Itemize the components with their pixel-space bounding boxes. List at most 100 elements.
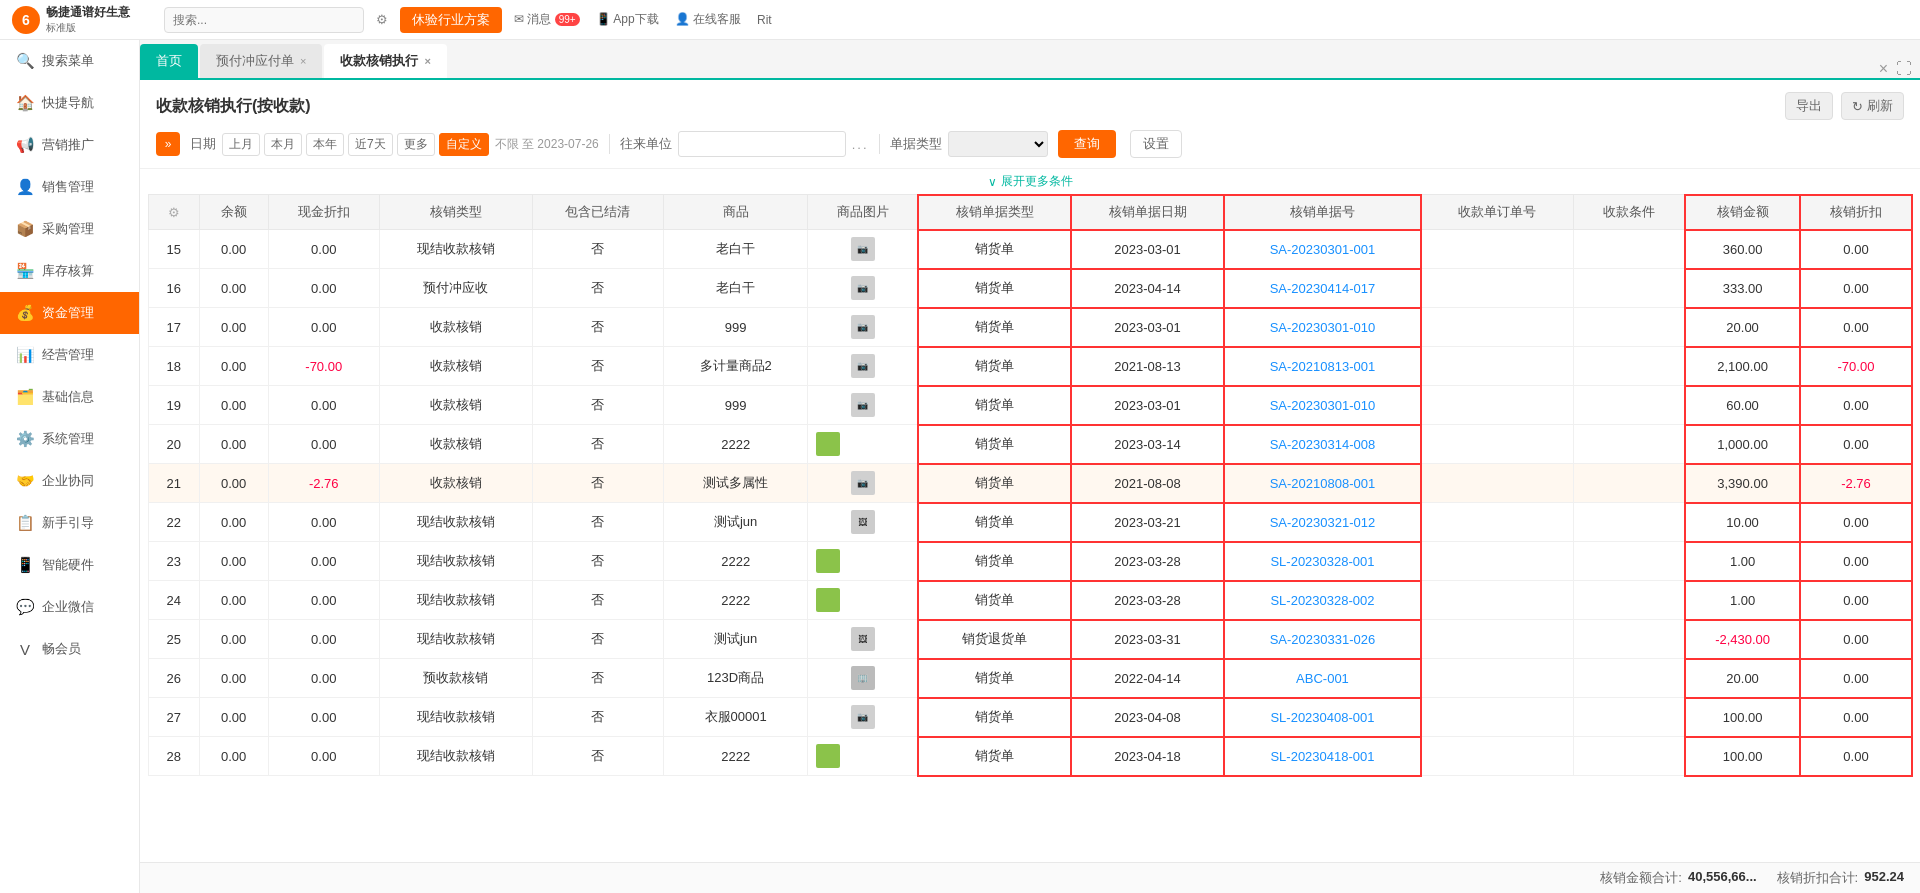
cell-writeoff-discount: -70.00 xyxy=(1800,347,1911,386)
cell-writeoff-discount: 0.00 xyxy=(1800,698,1911,737)
voucher-type-select[interactable] xyxy=(948,131,1048,157)
cell-writeoff-no[interactable]: ABC-001 xyxy=(1224,659,1421,698)
industry-solution-button[interactable]: 休验行业方案 xyxy=(400,7,502,33)
writeoff-no-link[interactable]: SL-20230328-001 xyxy=(1270,554,1374,569)
sidebar-label-sales: 销售管理 xyxy=(42,178,94,196)
tab-right-controls: × ⛶ xyxy=(1879,60,1920,78)
sidebar-item-inventory[interactable]: 🏪 库存核算 xyxy=(0,250,139,292)
sidebar-item-search-menu[interactable]: 🔍 搜索菜单 xyxy=(0,40,139,82)
sidebar-item-corp-wx[interactable]: 💬 企业微信 xyxy=(0,586,139,628)
writeoff-no-link[interactable]: SA-20230321-012 xyxy=(1270,515,1376,530)
writeoff-no-link[interactable]: SA-20230301-001 xyxy=(1270,242,1376,257)
cell-writeoff-amount: 100.00 xyxy=(1685,698,1801,737)
cell-writeoff-no[interactable]: SL-20230408-001 xyxy=(1224,698,1421,737)
cell-writeoff-no[interactable]: SA-20210808-001 xyxy=(1224,464,1421,503)
sidebar-label-marketing: 营销推广 xyxy=(42,136,94,154)
sidebar-item-vip[interactable]: V 畅会员 xyxy=(0,628,139,670)
col-writeoff-amount: 核销金额 xyxy=(1685,195,1801,230)
voucher-type-label: 单据类型 xyxy=(890,135,942,153)
cell-writeoff-discount: 0.00 xyxy=(1800,425,1911,464)
date-btn-more[interactable]: 更多 xyxy=(397,133,435,156)
cell-writeoff-no[interactable]: SA-20230301-010 xyxy=(1224,386,1421,425)
cell-writeoff-no[interactable]: SA-20230301-001 xyxy=(1224,230,1421,269)
cell-writeoff-no[interactable]: SA-20230331-026 xyxy=(1224,620,1421,659)
refresh-button[interactable]: ↻ 刷新 xyxy=(1841,92,1904,120)
cell-product: 老白干 xyxy=(664,230,808,269)
cell-writeoff-no[interactable]: SA-20230314-008 xyxy=(1224,425,1421,464)
cell-writeoff-no[interactable]: SA-20230301-010 xyxy=(1224,308,1421,347)
cell-no: 20 xyxy=(149,425,200,464)
writeoff-no-link[interactable]: SA-20230331-026 xyxy=(1270,632,1376,647)
cell-product-img: 🖼 xyxy=(807,620,918,659)
sidebar-item-smart-hw[interactable]: 📱 智能硬件 xyxy=(0,544,139,586)
sidebar-item-marketing[interactable]: 📢 营销推广 xyxy=(0,124,139,166)
cell-cash-discount: 0.00 xyxy=(268,503,379,542)
col-settings[interactable]: ⚙ xyxy=(149,195,200,230)
sidebar-item-sales-mgmt[interactable]: 👤 销售管理 xyxy=(0,166,139,208)
cell-no: 15 xyxy=(149,230,200,269)
message-icon[interactable]: ✉ 消息 99+ xyxy=(514,11,580,28)
table-row: 18 0.00 -70.00 收款核销 否 多计量商品2 📷 销货单 2021-… xyxy=(149,347,1912,386)
date-btn-this-year[interactable]: 本年 xyxy=(306,133,344,156)
date-btn-last-month[interactable]: 上月 xyxy=(222,133,260,156)
writeoff-no-link[interactable]: SA-20230414-017 xyxy=(1270,281,1376,296)
tab-receivable[interactable]: 收款核销执行 × xyxy=(324,44,446,78)
sidebar-item-quick-nav[interactable]: 🏠 快捷导航 xyxy=(0,82,139,124)
tab-receivable-close[interactable]: × xyxy=(424,55,430,67)
export-button[interactable]: 导出 xyxy=(1785,92,1833,120)
expand-more-area[interactable]: ∨ 展开更多条件 xyxy=(140,169,1920,194)
cell-writeoff-amount: 1,000.00 xyxy=(1685,425,1801,464)
writeoff-no-link[interactable]: SA-20230301-010 xyxy=(1270,398,1376,413)
table-settings-icon[interactable]: ⚙ xyxy=(168,205,180,220)
filter-toggle-button[interactable]: » xyxy=(156,132,180,156)
writeoff-no-link[interactable]: SL-20230328-002 xyxy=(1270,593,1374,608)
cell-writeoff-date: 2023-03-21 xyxy=(1071,503,1224,542)
cell-writeoff-no[interactable]: SL-20230328-002 xyxy=(1224,581,1421,620)
cell-writeoff-type: 现结收款核销 xyxy=(379,230,532,269)
writeoff-no-link[interactable]: SA-20210813-001 xyxy=(1270,359,1376,374)
cell-writeoff-no[interactable]: SL-20230418-001 xyxy=(1224,737,1421,776)
tab-prepay-label: 预付冲应付单 xyxy=(216,52,294,70)
setting-button[interactable]: 设置 xyxy=(1130,130,1182,158)
tab-maximize-icon[interactable]: ⛶ xyxy=(1896,60,1912,78)
table-row: 25 0.00 0.00 现结收款核销 否 测试jun 🖼 销货退货单 2023… xyxy=(149,620,1912,659)
app-download-link[interactable]: 📱 App下载 xyxy=(596,11,659,28)
user-name: Rit xyxy=(757,13,772,27)
cell-receipt-condition xyxy=(1574,737,1685,776)
tab-prepay[interactable]: 预付冲应付单 × xyxy=(200,44,322,78)
cell-cash-discount: 0.00 xyxy=(268,425,379,464)
cell-include-settled: 否 xyxy=(532,308,664,347)
query-button[interactable]: 查询 xyxy=(1058,130,1116,158)
cell-writeoff-no[interactable]: SA-20230414-017 xyxy=(1224,269,1421,308)
cell-writeoff-no[interactable]: SA-20230321-012 xyxy=(1224,503,1421,542)
writeoff-no-link[interactable]: SA-20230301-010 xyxy=(1270,320,1376,335)
gear-icon[interactable]: ⚙ xyxy=(376,12,388,27)
date-btn-this-month[interactable]: 本月 xyxy=(264,133,302,156)
sidebar-item-fund-mgmt[interactable]: 💰 资金管理 xyxy=(0,292,139,334)
sidebar-item-purchase-mgmt[interactable]: 📦 采购管理 xyxy=(0,208,139,250)
sidebar-item-sys-mgmt[interactable]: ⚙️ 系统管理 xyxy=(0,418,139,460)
cell-product-img: 📷 xyxy=(807,230,918,269)
sidebar-item-beginner[interactable]: 📋 新手引导 xyxy=(0,502,139,544)
cell-balance: 0.00 xyxy=(199,425,268,464)
partner-input[interactable] xyxy=(678,131,846,157)
date-btn-custom[interactable]: 自定义 xyxy=(439,133,489,156)
date-btn-7days[interactable]: 近7天 xyxy=(348,133,393,156)
writeoff-no-link[interactable]: ABC-001 xyxy=(1296,671,1349,686)
tab-close-icon[interactable]: × xyxy=(1879,60,1888,78)
online-service-link[interactable]: 👤 在线客服 xyxy=(675,11,741,28)
cell-cash-discount: 0.00 xyxy=(268,308,379,347)
writeoff-no-link[interactable]: SL-20230408-001 xyxy=(1270,710,1374,725)
cell-writeoff-no[interactable]: SA-20210813-001 xyxy=(1224,347,1421,386)
tab-home[interactable]: 首页 xyxy=(140,44,198,78)
cell-writeoff-no[interactable]: SL-20230328-001 xyxy=(1224,542,1421,581)
writeoff-no-link[interactable]: SL-20230418-001 xyxy=(1270,749,1374,764)
top-search-input[interactable] xyxy=(164,7,364,33)
tab-prepay-close[interactable]: × xyxy=(300,55,306,67)
cell-writeoff-amount: 20.00 xyxy=(1685,308,1801,347)
sidebar-item-biz-mgmt[interactable]: 📊 经营管理 xyxy=(0,334,139,376)
sidebar-item-basic-info[interactable]: 🗂️ 基础信息 xyxy=(0,376,139,418)
writeoff-no-link[interactable]: SA-20210808-001 xyxy=(1270,476,1376,491)
writeoff-no-link[interactable]: SA-20230314-008 xyxy=(1270,437,1376,452)
sidebar-item-corp-collab[interactable]: 🤝 企业协同 xyxy=(0,460,139,502)
